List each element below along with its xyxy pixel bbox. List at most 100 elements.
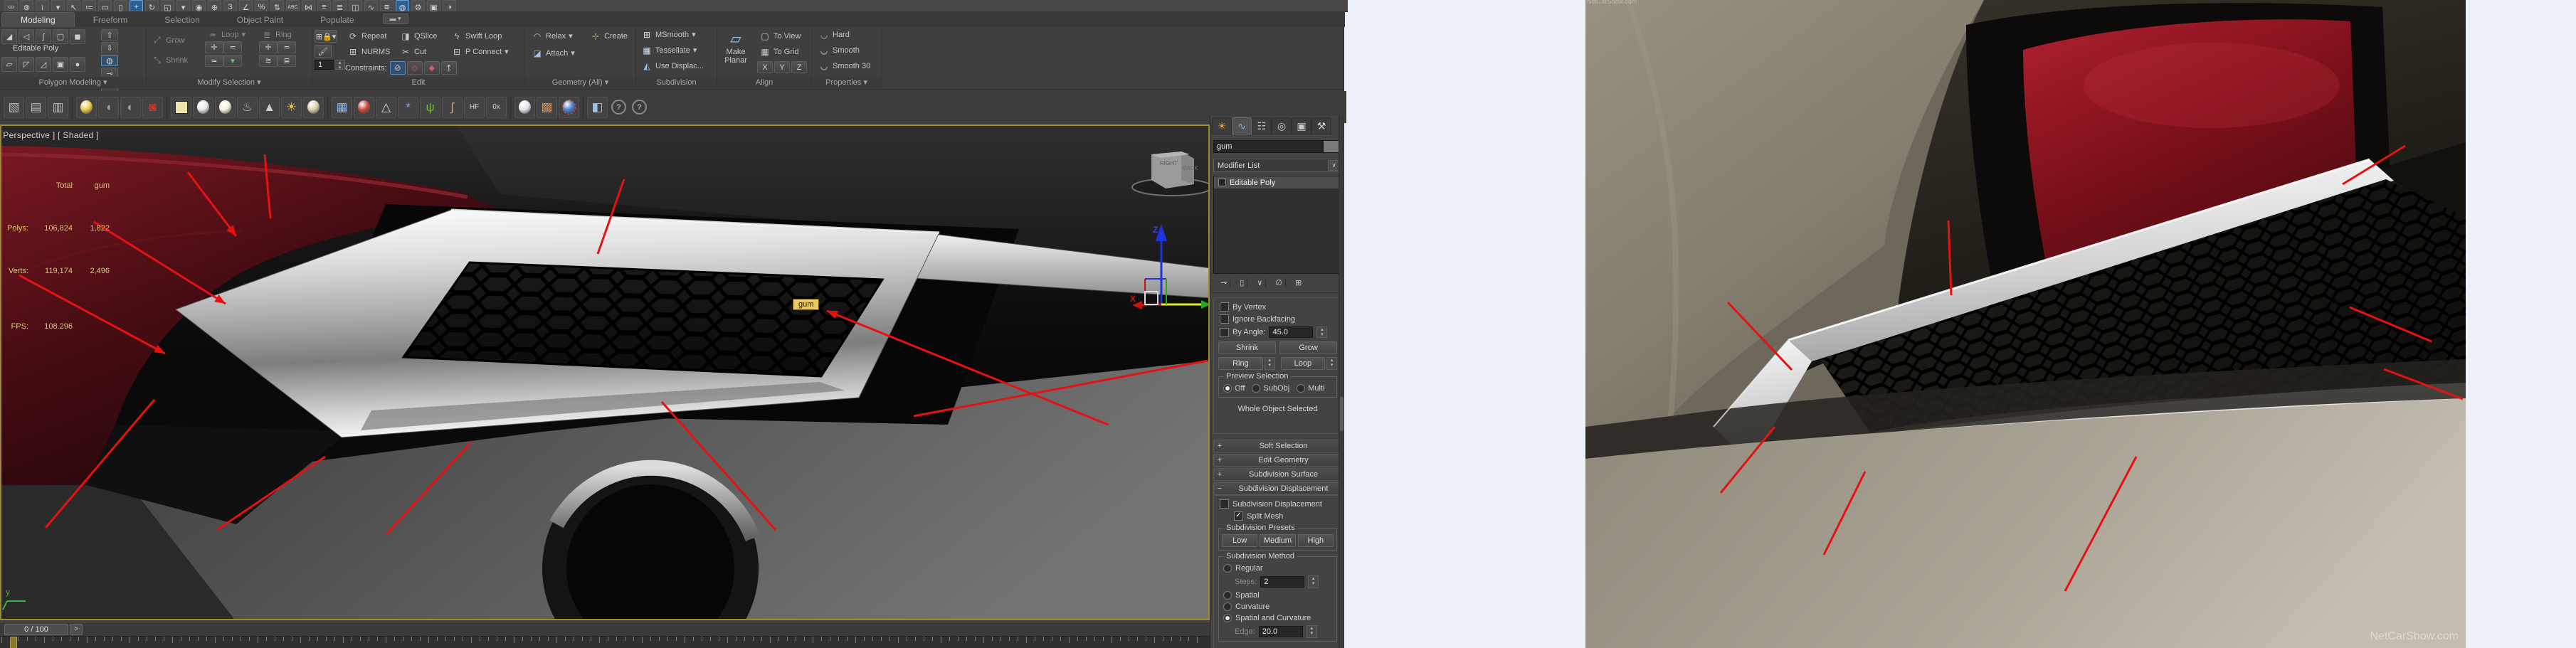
subobject-mode-2-icon[interactable]: ʃ — [36, 29, 51, 44]
tessellate-button[interactable]: ▦ Tessellate ▾ — [639, 44, 699, 56]
utilities-tab[interactable]: ⚒ — [1311, 117, 1331, 134]
align-x-button[interactable]: X — [757, 61, 773, 73]
loop-tool-1-button[interactable]: ≂ — [223, 41, 242, 53]
panel-scrollbar[interactable] — [1339, 116, 1344, 648]
viewport-preview-icon[interactable]: ▧ — [4, 96, 24, 118]
pm-side-0-icon[interactable]: ⇧ — [101, 29, 118, 41]
smooth-button[interactable]: ◡ Smooth — [816, 44, 862, 56]
snaps-toggle-icon[interactable]: 3 — [223, 0, 237, 11]
hex-shader-icon[interactable]: 0x — [486, 96, 507, 118]
preset-high-button[interactable]: High — [1297, 534, 1334, 547]
preview-off-radio[interactable]: Off — [1223, 384, 1245, 393]
reference-coordinate-dropdown[interactable]: ▾ — [176, 0, 190, 11]
preset-medium-button[interactable]: Medium — [1260, 534, 1296, 547]
mirror-icon[interactable]: ⋈ — [302, 0, 315, 11]
method-spatial-radio[interactable]: Spatial — [1222, 590, 1334, 601]
poly-tool-2-icon[interactable]: ◿ — [36, 57, 51, 72]
lock-grid-button[interactable]: ⊞🔒▾ — [315, 30, 337, 43]
select-and-rotate-icon[interactable]: ↻ — [145, 0, 159, 11]
rectangular-selection-region-icon[interactable]: ▭ — [98, 0, 112, 11]
pin-stack-icon[interactable]: ⊸ — [1218, 277, 1231, 287]
by-angle-checkbox[interactable]: By Angle: 45.0 ▴ ▾ — [1214, 325, 1341, 339]
panel-toggle-icon[interactable]: ◧ — [587, 96, 608, 118]
ribbon-tab-modeling[interactable]: Modeling — [1, 12, 75, 27]
schematic-view-icon[interactable]: ⧈ — [380, 0, 394, 11]
panel-title-modify-selection[interactable]: Modify Selection ▾ — [147, 77, 312, 88]
poly-tool-4-icon[interactable]: ● — [70, 57, 85, 72]
shrink-button-panel[interactable]: Shrink — [1218, 341, 1276, 354]
selection-filter-dropdown[interactable]: ▾ — [51, 0, 65, 11]
msmooth-button[interactable]: ⊞ MSmooth ▾ — [639, 28, 698, 41]
render-setup-icon[interactable]: ⚙ — [411, 0, 425, 11]
panel-title-subdivision[interactable]: Subdivision — [636, 77, 717, 88]
ribbon-tab-populate[interactable]: Populate — [302, 13, 372, 27]
by-angle-field[interactable]: 45.0 — [1269, 326, 1314, 338]
balloon-icon[interactable] — [354, 96, 374, 118]
unlink-selection-icon[interactable]: ⊗ — [20, 0, 33, 11]
panel-title-properties[interactable]: Properties ▾ — [812, 77, 881, 88]
select-object-icon[interactable]: ↖ — [67, 0, 80, 11]
next-frame-button[interactable]: > — [70, 624, 83, 635]
preset-low-button[interactable]: Low — [1222, 534, 1258, 547]
frame-marker[interactable] — [10, 637, 17, 648]
hair-fur-icon[interactable]: HF — [464, 96, 485, 118]
relax-button[interactable]: ◠ Relax ▾ — [529, 30, 575, 42]
ribbon-tab-freeform[interactable]: Freeform — [75, 13, 147, 27]
grow-button[interactable]: ⤢ Grow — [149, 34, 186, 46]
modifier-stack[interactable]: Editable Poly — [1213, 176, 1342, 274]
loop-tool-3-button[interactable]: ▾ — [223, 55, 242, 67]
named-selection-sets-icon[interactable]: ABC — [286, 0, 300, 11]
pyramid-icon[interactable]: △ — [376, 96, 396, 118]
window-crossing-icon[interactable]: ▯ — [114, 0, 127, 11]
scrollbar-thumb[interactable] — [1340, 397, 1344, 431]
method-curvature-radio[interactable]: Curvature — [1222, 601, 1334, 612]
light-bulb-icon[interactable] — [76, 96, 97, 118]
ribbon-tab-selection[interactable]: Selection — [146, 13, 218, 27]
grow-button-panel[interactable]: Grow — [1279, 341, 1337, 354]
pm-side-2-icon[interactable]: ◍ — [101, 55, 118, 66]
frame-indicator[interactable]: 0 / 100 — [4, 624, 68, 635]
ring-tool-3-button[interactable]: ≣ — [278, 55, 296, 67]
select-and-scale-icon[interactable]: ◱ — [161, 0, 174, 11]
ribbon-collapse-button[interactable]: ▬ ▾ — [382, 14, 408, 24]
graphite-toggle-icon[interactable]: ◫ — [349, 0, 362, 11]
viewcube-right-label[interactable]: RIGHT — [1160, 160, 1178, 166]
to-grid-button[interactable]: ▦ To Grid — [757, 46, 801, 58]
angle-snap-icon[interactable]: ∠ — [239, 0, 253, 11]
select-and-link-icon[interactable]: ∞ — [4, 0, 18, 11]
select-and-manipulate-icon[interactable]: ⊕ — [208, 0, 221, 11]
panel-title-align[interactable]: Align — [717, 77, 811, 88]
object-color-swatch[interactable] — [1323, 140, 1340, 153]
render-production-icon[interactable]: ◑ — [443, 0, 456, 11]
make-planar-button[interactable]: ▱ Make Planar — [722, 30, 750, 65]
curve-editor-icon[interactable]: ∿ — [364, 0, 378, 11]
selected-object-icon[interactable] — [559, 96, 579, 118]
yellow-material-icon[interactable] — [171, 96, 191, 118]
display-tab[interactable]: ▣ — [1292, 117, 1311, 134]
object-name-field[interactable]: gum — [1213, 140, 1323, 153]
repeat-button[interactable]: ⟳ Repeat — [345, 30, 389, 42]
loop-tool-0-button[interactable]: ✛ — [205, 41, 223, 53]
smooth-30-button[interactable]: ◡ Smooth 30 — [816, 60, 872, 72]
method-regular-radio[interactable]: Regular — [1222, 563, 1334, 574]
red-camera-icon[interactable]: ◙ — [142, 96, 163, 118]
select-by-name-icon[interactable]: ≔ — [83, 0, 96, 11]
swift-loop-button[interactable]: ϟ Swift Loop — [449, 30, 504, 42]
use-pivot-point-icon[interactable]: ◉ — [192, 0, 206, 11]
bind-to-space-warp-icon[interactable]: ≀ — [36, 0, 49, 11]
projector-icon[interactable]: ◐ — [120, 96, 141, 118]
panel-list-icon[interactable]: ▤ — [26, 96, 46, 118]
subobject-mode-3-icon[interactable]: ▢ — [53, 29, 68, 44]
steps-field[interactable]: 2 — [1260, 576, 1305, 588]
create-button[interactable]: ⊹ Create — [588, 30, 630, 42]
perspective-viewport[interactable]: [ Perspective ] [ Shaded ] Total gum Poly… — [0, 124, 1210, 620]
ribbon-tab-object-paint[interactable]: Object Paint — [218, 13, 302, 27]
egg-material-icon[interactable] — [193, 96, 213, 118]
p-connect-button[interactable]: ⊟ P Connect ▾ — [449, 46, 511, 58]
rollout-subdivision-displacement[interactable]: − Subdivision Displacement — [1213, 482, 1342, 495]
hierarchy-tab[interactable]: ☷ — [1252, 117, 1272, 134]
ring-tool-0-button[interactable]: ✛ — [259, 41, 278, 53]
poly-tool-3-icon[interactable]: ▣ — [53, 57, 68, 72]
poly-tool-1-icon[interactable]: ◸ — [19, 57, 34, 72]
rendered-frame-icon[interactable]: ▣ — [427, 0, 440, 11]
